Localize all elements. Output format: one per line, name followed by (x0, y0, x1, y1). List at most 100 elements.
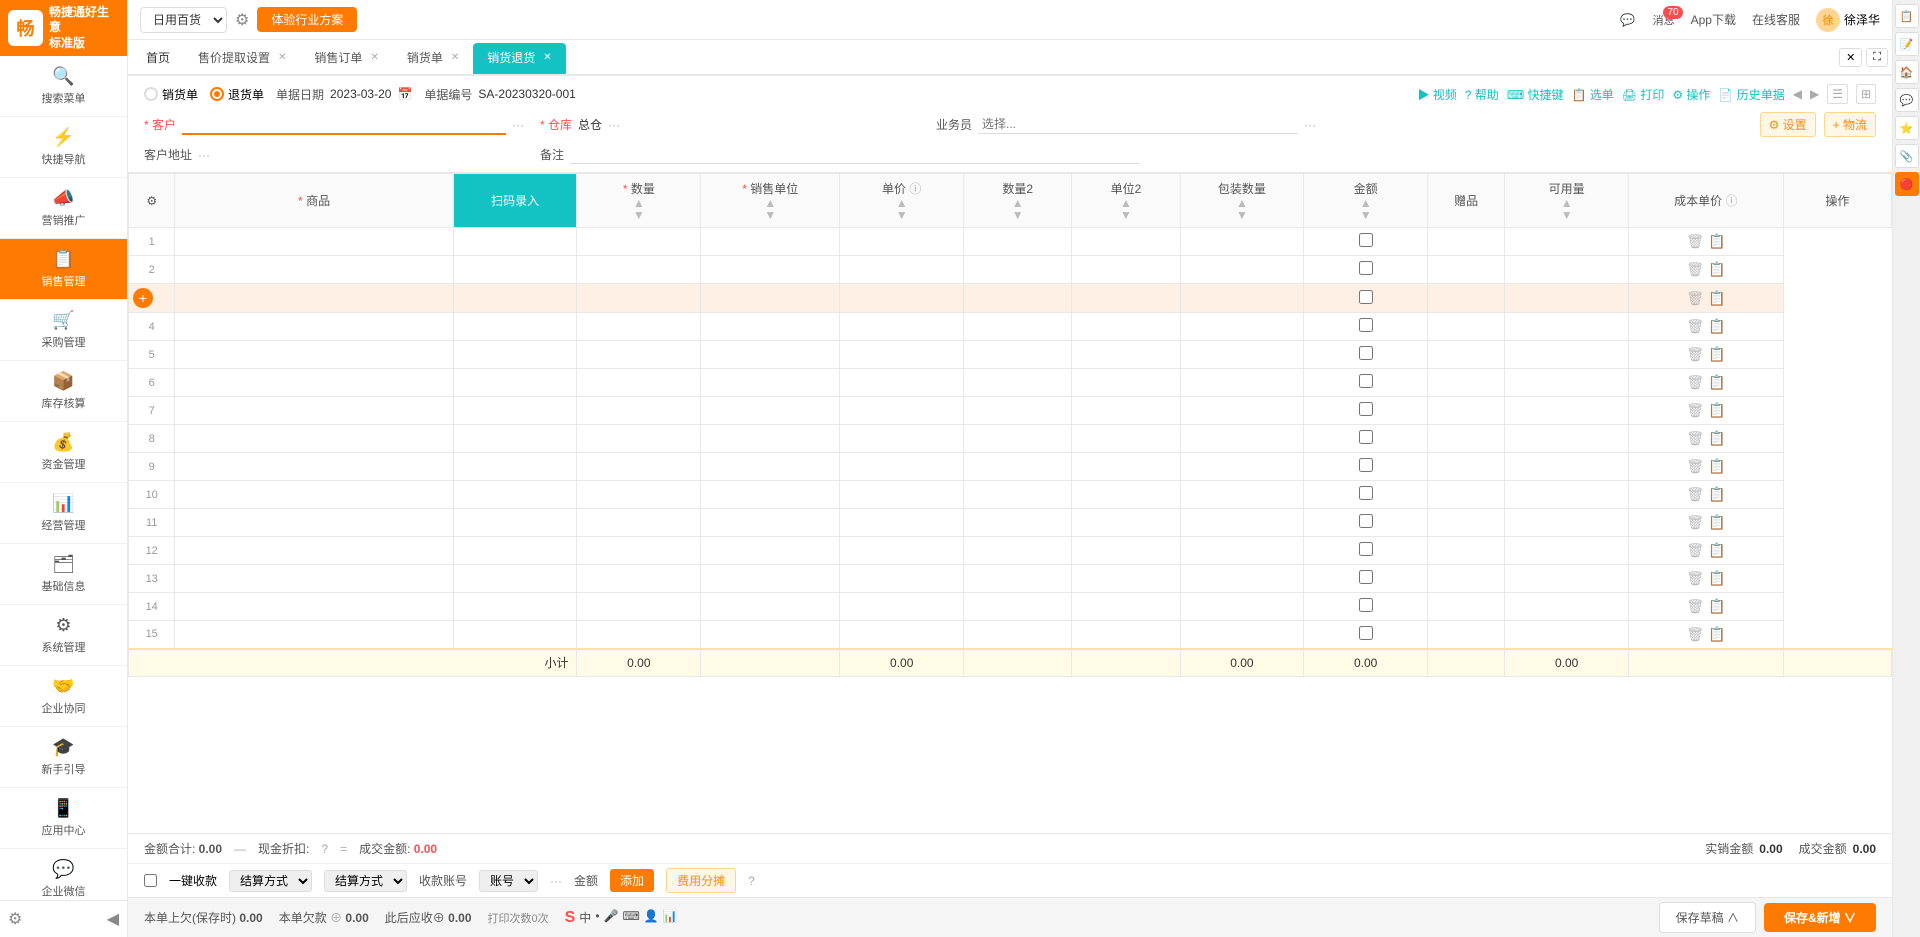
message-btn[interactable]: 💬 70 消息 (1620, 12, 1674, 28)
account-select[interactable]: 账号 (479, 870, 538, 892)
sidebar-item-operation[interactable]: 📊 经营管理 (0, 483, 127, 544)
print-link[interactable]: 🖨 打印 (1622, 86, 1665, 103)
row-3-gift-checkbox[interactable] (1359, 290, 1373, 304)
radio-delivery[interactable]: 销货单 (144, 86, 198, 103)
copy-icon[interactable]: 📋 (1708, 570, 1725, 587)
row-2-pkg-qty[interactable] (1072, 256, 1180, 284)
row-2-amount[interactable] (1180, 256, 1304, 284)
expense-split-btn[interactable]: 费用分摊 (666, 868, 736, 893)
row-2-unit2[interactable] (964, 256, 1072, 284)
row-3-unit-price[interactable] (701, 284, 840, 313)
del-icon[interactable]: 🗑 (1686, 458, 1704, 475)
sidebar-item-shortcuts[interactable]: ⚡ 快捷导航 (0, 117, 127, 178)
rs-icon-3[interactable]: 🏠 (1895, 60, 1919, 84)
rs-icon-7[interactable]: 🔴 (1895, 172, 1919, 196)
tab-expand-btn[interactable]: ⛶ (1866, 48, 1888, 67)
save-draft-btn[interactable]: 保存草稿 ∧ (1659, 902, 1756, 933)
del-icon[interactable]: 🗑 (1686, 626, 1704, 643)
expense-help-icon[interactable]: ? (748, 874, 755, 888)
sidebar-item-sales[interactable]: 📋 销售管理 (0, 239, 127, 300)
row-2-gift[interactable] (1304, 256, 1428, 284)
staff-picker[interactable]: ··· (1304, 118, 1316, 132)
account-method-select[interactable]: 结算方式 (229, 870, 312, 892)
row-2-qty[interactable] (453, 256, 577, 284)
pick-link[interactable]: 📋 选单 (1571, 86, 1613, 103)
row-3-cost-price[interactable] (1505, 284, 1629, 313)
copy-icon[interactable]: 📋 (1708, 346, 1725, 363)
tab-sales-delivery[interactable]: 销货单 ✕ (393, 43, 473, 74)
copy-icon[interactable]: 📋 (1708, 542, 1725, 559)
help-link[interactable]: ? 帮助 (1465, 86, 1499, 103)
copy-icon[interactable]: 📋 (1708, 458, 1725, 475)
customer-picker[interactable]: ··· (512, 118, 524, 132)
history-link[interactable]: 📄 历史单据 (1718, 86, 1784, 103)
row-3-copy-icon[interactable]: 📋 (1708, 290, 1725, 307)
customer-input[interactable] (182, 115, 506, 135)
row-1-unit2[interactable] (964, 228, 1072, 256)
collapse-icon[interactable]: ◀ (107, 909, 119, 929)
view-toggle1[interactable]: ☰ (1827, 84, 1848, 104)
tool-icon2[interactable]: • (595, 909, 599, 927)
one-click-collect-checkbox[interactable] (144, 874, 157, 887)
del-icon[interactable]: 🗑 (1686, 318, 1704, 335)
sidebar-item-basic[interactable]: 🗂 基础信息 (0, 544, 127, 605)
row-3-qty[interactable] (453, 284, 577, 313)
del-icon[interactable]: 🗑 (1686, 570, 1704, 587)
row-1-gift[interactable] (1304, 228, 1428, 256)
copy-icon[interactable]: 📋 (1708, 598, 1725, 615)
tool-icon3[interactable]: 🎤 (604, 909, 619, 927)
settings-icon[interactable]: ⚙ (8, 909, 22, 929)
video-link[interactable]: ▶ 视频 (1417, 86, 1456, 103)
add-payment-btn[interactable]: 添加 (610, 869, 654, 892)
del-icon[interactable]: 🗑 (1686, 374, 1704, 391)
sidebar-item-enterprise[interactable]: 🤝 企业协同 (0, 666, 127, 727)
col-settings[interactable]: ⚙ (129, 174, 175, 228)
del-icon[interactable]: 🗑 (1686, 486, 1704, 503)
row-1-amount[interactable] (1180, 228, 1304, 256)
operation-link[interactable]: ⚙ 操作 (1672, 86, 1710, 103)
row-3-unit2[interactable] (964, 284, 1072, 313)
row-3-gift[interactable] (1304, 284, 1428, 313)
add-logistics-btn[interactable]: + 物流 (1824, 112, 1876, 137)
row-1-copy-icon[interactable]: 📋 (1708, 233, 1725, 250)
row-1-qty[interactable] (453, 228, 577, 256)
warehouse-picker[interactable]: ··· (608, 118, 620, 132)
next-icon[interactable]: ▶ (1810, 87, 1819, 101)
sidebar-item-purchase[interactable]: 🛒 采购管理 (0, 300, 127, 361)
sidebar-item-newbie[interactable]: 🎓 新手引导 (0, 727, 127, 788)
copy-icon[interactable]: 📋 (1708, 430, 1725, 447)
row-2-gift-checkbox[interactable] (1359, 261, 1373, 275)
row-1-pkg-qty[interactable] (1072, 228, 1180, 256)
copy-icon[interactable]: 📋 (1708, 626, 1725, 643)
sidebar-item-search[interactable]: 🔍 搜索菜单 (0, 56, 127, 117)
cost-price-info-icon[interactable]: ⓘ (1726, 194, 1738, 208)
row-2-available[interactable] (1428, 256, 1505, 284)
rs-icon-1[interactable]: 📋 (1895, 4, 1919, 28)
user-menu[interactable]: 徐 徐泽华 (1816, 8, 1880, 32)
settings-btn[interactable]: ⚙ 设置 (1760, 112, 1816, 137)
copy-icon[interactable]: 📋 (1708, 318, 1725, 335)
view-toggle2[interactable]: ⊞ (1856, 84, 1876, 104)
row-3-available[interactable] (1428, 284, 1505, 313)
sidebar-item-finance[interactable]: 💰 资金管理 (0, 422, 127, 483)
dots-account[interactable]: ··· (550, 874, 562, 888)
row-1-product[interactable] (175, 228, 453, 256)
row-2-unit[interactable] (577, 256, 701, 284)
tab-sales-order-close[interactable]: ✕ (370, 52, 378, 63)
tab-sales-order[interactable]: 销售订单 ✕ (300, 43, 392, 74)
debt-help-icon[interactable]: ⊕ (330, 911, 342, 925)
row-3-product[interactable] (175, 284, 453, 313)
tab-price-settings[interactable]: 售价提取设置 ✕ (184, 43, 300, 74)
rs-icon-4[interactable]: 💬 (1895, 88, 1919, 112)
app-download-btn[interactable]: App下载 (1691, 11, 1736, 28)
remark-input[interactable] (570, 145, 1140, 164)
radio-return[interactable]: 退货单 (210, 86, 264, 103)
discount-help-icon[interactable]: ? (321, 842, 328, 856)
row-1-unit[interactable] (577, 228, 701, 256)
add-row-btn[interactable]: + (133, 288, 153, 308)
sidebar-item-wechat[interactable]: 💬 企业微信 (0, 849, 127, 900)
tab-sales-return[interactable]: 销货退货 ✕ (473, 43, 565, 74)
topbar-gear-icon[interactable]: ⚙ (235, 10, 249, 30)
tool-icon5[interactable]: 👤 (644, 909, 659, 927)
tool-icon6[interactable]: 📊 (663, 909, 678, 927)
